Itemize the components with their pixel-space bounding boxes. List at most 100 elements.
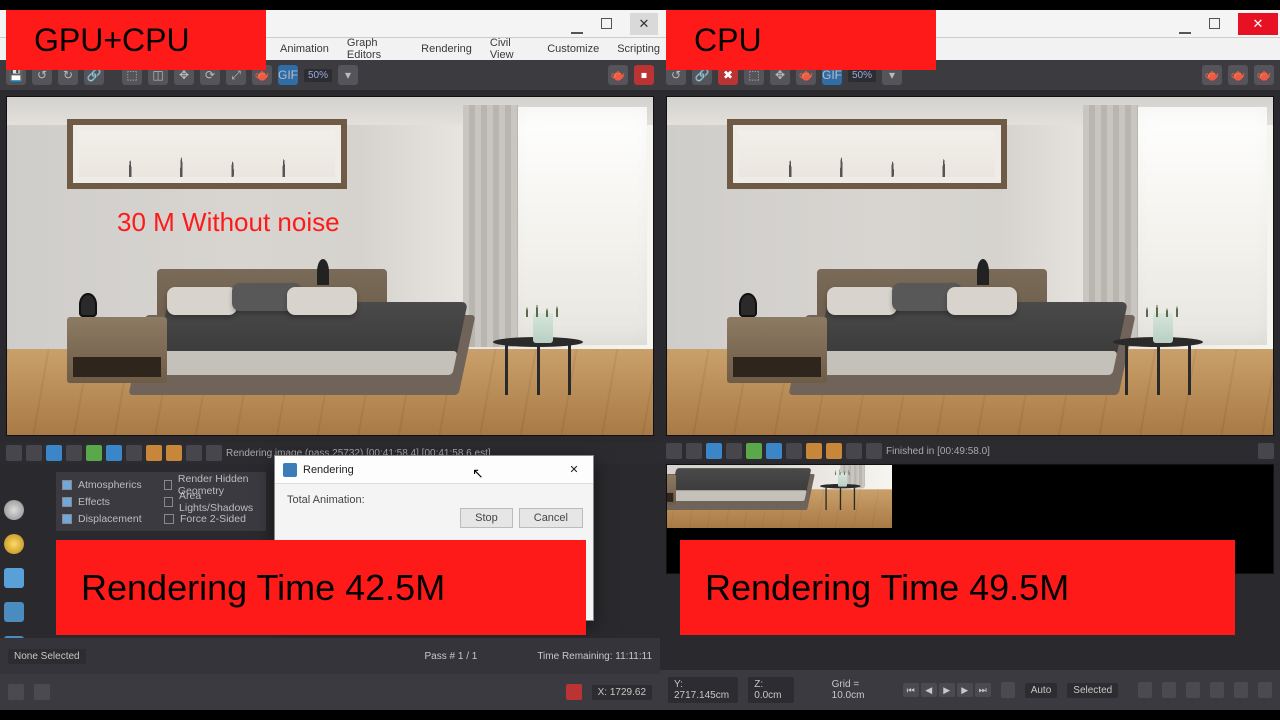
fb-button[interactable] <box>186 445 202 461</box>
cancel-button[interactable]: Cancel <box>519 508 583 528</box>
selection-status: None Selected <box>8 649 86 664</box>
fb-button[interactable] <box>786 443 802 459</box>
fb-button[interactable] <box>26 445 42 461</box>
time-controls: ⏮ ◀ ▶ ▶ ⏭ <box>903 683 991 697</box>
nav-icon[interactable] <box>1186 682 1200 698</box>
checkbox-icon[interactable] <box>164 497 173 507</box>
viewport-area <box>660 90 1280 442</box>
teapot-icon[interactable]: 🫖 <box>1228 65 1248 85</box>
toolbar-button[interactable]: ▾ <box>338 65 358 85</box>
stop-render-icon[interactable]: ⏹ <box>634 65 654 85</box>
fb-button[interactable] <box>766 443 782 459</box>
grid-status: Grid = 10.0cm <box>832 679 887 701</box>
play-icon[interactable]: ▶ <box>939 683 955 697</box>
statusbar-right: Y: 2717.145cm Z: 0.0cm Grid = 10.0cm ⏮ ◀… <box>660 670 1280 710</box>
nav-icon[interactable] <box>1258 682 1272 698</box>
prev-frame-icon[interactable]: ◀ <box>921 683 937 697</box>
fb-button[interactable] <box>6 445 22 461</box>
fb-button[interactable] <box>206 445 222 461</box>
script-listener-icon[interactable] <box>566 684 582 700</box>
menu-item[interactable]: Scripting <box>617 43 660 55</box>
goto-start-icon[interactable]: ⏮ <box>903 683 919 697</box>
overlay-annotation: 30 M Without noise <box>117 207 340 238</box>
fb-button[interactable] <box>106 445 122 461</box>
selected-dropdown[interactable]: Selected <box>1067 683 1118 698</box>
minimize-icon[interactable] <box>571 20 583 34</box>
comparison-stage: ✕ Animation Graph Editors Rendering Civi… <box>0 0 1280 720</box>
render-viewport-left[interactable]: 30 M Without noise <box>6 96 654 436</box>
checkbox-icon[interactable] <box>164 480 172 490</box>
checkbox-icon[interactable] <box>62 480 72 490</box>
nav-icon[interactable] <box>1210 682 1224 698</box>
menu-item[interactable]: Customize <box>547 43 599 55</box>
fb-button[interactable] <box>126 445 142 461</box>
menu-item[interactable]: Rendering <box>421 43 472 55</box>
nav-icon[interactable] <box>1162 682 1176 698</box>
menu-item[interactable]: Civil View <box>490 37 529 61</box>
material-slot-icon[interactable] <box>4 500 24 520</box>
close-icon[interactable]: ✕ <box>630 13 658 35</box>
fb-button[interactable] <box>86 445 102 461</box>
fb-button[interactable] <box>846 443 862 459</box>
auto-key-button[interactable]: Auto <box>1025 683 1058 698</box>
checkbox-icon[interactable] <box>62 514 72 524</box>
statusbar-upper-left: None Selected Pass # 1 / 1 Time Remainin… <box>0 638 660 674</box>
status-icon[interactable] <box>34 684 50 700</box>
zoom-percent[interactable]: 50% <box>848 69 876 82</box>
coord-x: X: 1729.62 <box>592 685 652 700</box>
tool-icon[interactable] <box>4 602 24 622</box>
fb-button[interactable] <box>866 443 882 459</box>
coord-y: Y: 2717.145cm <box>668 677 738 703</box>
dialog-title: Rendering <box>303 464 354 476</box>
nav-icon[interactable] <box>1138 682 1152 698</box>
teapot-icon[interactable]: 🫖 <box>1202 65 1222 85</box>
key-mode-icon[interactable] <box>1001 682 1015 698</box>
fb-button[interactable] <box>686 443 702 459</box>
minimize-icon[interactable] <box>1179 20 1191 34</box>
framebuffer-toolbar-right: Finished in [00:49:58.0] <box>660 440 1280 462</box>
render-viewport-right[interactable] <box>666 96 1274 436</box>
close-icon[interactable]: ✕ <box>563 461 585 479</box>
coord-z: Z: 0.0cm <box>748 677 794 703</box>
menu-item[interactable]: Graph Editors <box>347 37 403 61</box>
menu-item[interactable]: Animation <box>280 43 329 55</box>
checkbox-icon[interactable] <box>62 497 72 507</box>
option-row[interactable]: Area Lights/Shadows <box>164 493 266 510</box>
fb-button[interactable] <box>46 445 62 461</box>
toolbar-button[interactable]: GIF <box>278 65 298 85</box>
cursor-icon: ↖ <box>472 465 484 482</box>
status-icon[interactable] <box>8 684 24 700</box>
time-remaining: Time Remaining: 11:11:11 <box>537 651 652 662</box>
fb-button[interactable] <box>166 445 182 461</box>
viewport-area: 30 M Without noise <box>0 90 660 442</box>
fb-button[interactable] <box>146 445 162 461</box>
label-cpu: CPU <box>666 10 936 70</box>
fb-button[interactable] <box>826 443 842 459</box>
fb-button[interactable] <box>806 443 822 459</box>
dialog-label: Total Animation: <box>287 494 581 506</box>
checkbox-icon[interactable] <box>164 514 174 524</box>
dialog-titlebar[interactable]: Rendering ✕ <box>275 456 593 484</box>
teapot-icon[interactable]: 🫖 <box>1254 65 1274 85</box>
fb-button[interactable] <box>706 443 722 459</box>
light-icon[interactable] <box>4 534 24 554</box>
render-status-text: Finished in [00:49:58.0] <box>886 446 990 457</box>
close-icon[interactable]: ✕ <box>1238 13 1278 35</box>
app-icon <box>283 463 297 477</box>
next-frame-icon[interactable]: ▶ <box>957 683 973 697</box>
goto-end-icon[interactable]: ⏭ <box>975 683 991 697</box>
teapot-icon[interactable]: 🫖 <box>608 65 628 85</box>
fb-button[interactable] <box>66 445 82 461</box>
stop-button[interactable]: Stop <box>460 508 513 528</box>
fb-button[interactable] <box>1258 443 1274 459</box>
tool-icon[interactable] <box>4 568 24 588</box>
maximize-icon[interactable] <box>1209 18 1220 29</box>
fb-button[interactable] <box>666 443 682 459</box>
maximize-icon[interactable] <box>601 18 612 29</box>
fb-button[interactable] <box>726 443 742 459</box>
label-render-time-right: Rendering Time 49.5M <box>680 540 1235 635</box>
fb-button[interactable] <box>746 443 762 459</box>
zoom-percent[interactable]: 50% <box>304 69 332 82</box>
label-gpu-cpu: GPU+CPU <box>6 10 266 70</box>
nav-icon[interactable] <box>1234 682 1248 698</box>
